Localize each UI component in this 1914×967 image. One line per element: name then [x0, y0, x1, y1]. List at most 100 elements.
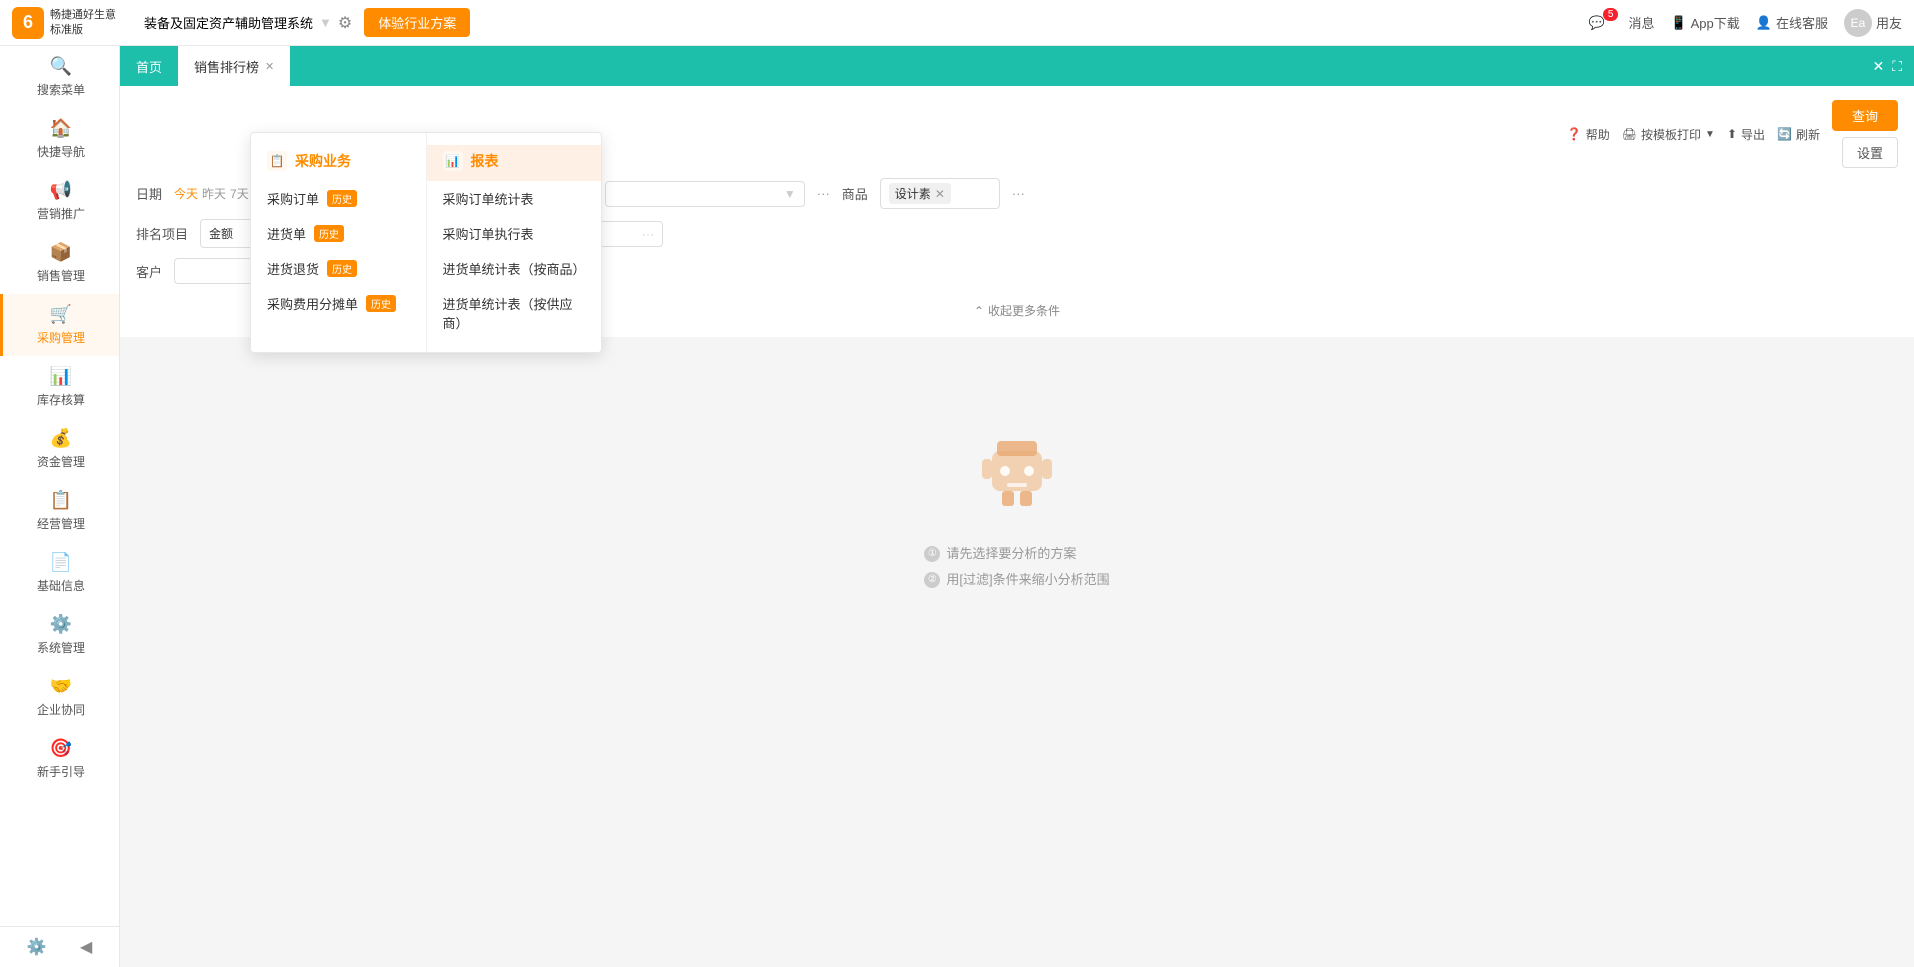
- ellipsis-2[interactable]: ···: [1012, 186, 1025, 201]
- sidebar-item-label: 库存核算: [37, 391, 85, 408]
- search-icon: 🔍: [50, 56, 72, 77]
- empty-state: ① 请先选择要分析的方案 ② 用[过滤]条件来缩小分析范围: [120, 341, 1914, 673]
- date-label: 日期: [136, 184, 162, 203]
- header-right: 💬 5 消息 📱 App下载 👤 在线客服 Ea 用友: [1589, 9, 1902, 37]
- industry-btn[interactable]: 体验行业方案: [364, 8, 470, 37]
- phone-icon: 📱: [1670, 15, 1686, 31]
- logo-icon: 6: [12, 7, 44, 39]
- collapse-icon: ⌃: [974, 304, 984, 318]
- purchase-col-header: 📋 采购业务: [251, 145, 426, 181]
- sidebar-item-label: 新手引导: [37, 763, 85, 780]
- online-service-btn[interactable]: 👤 在线客服: [1756, 13, 1828, 32]
- dropdown-item-goods-stats-by-supplier[interactable]: 进货单统计表（按供应商）: [427, 286, 602, 340]
- sidebar-item-guide[interactable]: 🎯 新手引导: [0, 728, 119, 790]
- tab-close-btn[interactable]: ✕: [265, 60, 274, 73]
- sidebar-item-operations[interactable]: 📋 经营管理: [0, 480, 119, 542]
- goods-label: 商品: [842, 184, 868, 203]
- sidebar-collapse-btn[interactable]: ◀: [80, 937, 92, 957]
- ellipsis-1[interactable]: ···: [817, 186, 830, 201]
- dropdown-item-purchase-order-execution[interactable]: 采购订单执行表: [427, 216, 602, 251]
- sidebar-item-purchase[interactable]: 🛒 采购管理: [0, 294, 119, 356]
- enterprise-icon: 🤝: [50, 676, 72, 697]
- hint-circle-1: ①: [924, 546, 940, 562]
- app-download-btn[interactable]: 📱 App下载: [1670, 13, 1739, 32]
- dropdown-item-purchase-order[interactable]: 采购订单 历史: [251, 181, 426, 216]
- message-btn[interactable]: 💬 5 消息: [1589, 13, 1655, 32]
- sidebar-item-label: 基础信息: [37, 577, 85, 594]
- sidebar-item-finance[interactable]: 💰 资金管理: [0, 418, 119, 480]
- inventory-icon: 📊: [50, 366, 72, 387]
- sidebar-item-label: 快捷导航: [37, 143, 85, 160]
- query-btn[interactable]: 查询: [1832, 100, 1898, 131]
- basic-info-icon: 📄: [50, 552, 72, 573]
- tab-close-all-btn[interactable]: ✕: [1872, 58, 1884, 75]
- date-shortcut-yesterday[interactable]: 昨天: [202, 185, 226, 202]
- history-badge-4: 历史: [366, 295, 396, 312]
- message-badge: 5: [1603, 8, 1619, 21]
- sidebar-item-system[interactable]: ⚙️ 系统管理: [0, 604, 119, 666]
- content-area: 首页 销售排行榜 ✕ ✕ ⛶ ❓ 帮助: [120, 46, 1914, 967]
- footer-settings-btn[interactable]: ⚙️: [27, 937, 47, 957]
- sidebar-item-marketing[interactable]: 📢 营销推广: [0, 170, 119, 232]
- tab-fullscreen-btn[interactable]: ⛶: [1892, 58, 1902, 75]
- dropdown-item-goods-return[interactable]: 进货退货 历史: [251, 251, 426, 286]
- history-badge-3: 历史: [327, 260, 357, 277]
- purchase-dropdown-menu: 📋 采购业务 采购订单 历史 进货单 历史 进货退货 历史 采购费用分摊单: [250, 132, 602, 353]
- sidebar-item-sales[interactable]: 📦 销售管理: [0, 232, 119, 294]
- sidebar-item-label: 搜索菜单: [37, 81, 85, 98]
- logo-text: 畅捷通好生意 标准版: [50, 8, 116, 37]
- dropdown-item-goods-receipt[interactable]: 进货单 历史: [251, 216, 426, 251]
- date-shortcut-7days[interactable]: 7天: [230, 185, 249, 202]
- goods-input[interactable]: 设计素 ✕: [880, 178, 1000, 209]
- operations-icon: 📋: [50, 490, 72, 511]
- sales-icon: 📦: [50, 242, 72, 263]
- dropdown-item-purchase-order-stats[interactable]: 采购订单统计表: [427, 181, 602, 216]
- help-icon: ❓: [1567, 127, 1582, 141]
- tab-sales-ranking[interactable]: 销售排行榜 ✕: [178, 46, 290, 86]
- print-btn[interactable]: 🖨 按模板打印 ▼: [1622, 126, 1715, 143]
- export-btn[interactable]: ⬆ 导出: [1727, 126, 1765, 143]
- sidebar-item-label: 销售管理: [37, 267, 85, 284]
- goods-tag-close[interactable]: ✕: [935, 187, 945, 201]
- sidebar-item-basic-info[interactable]: 📄 基础信息: [0, 542, 119, 604]
- sidebar-item-label: 资金管理: [37, 453, 85, 470]
- tab-sales-ranking-label: 销售排行榜: [194, 57, 259, 76]
- sidebar-item-quick-nav[interactable]: 🏠 快捷导航: [0, 108, 119, 170]
- logo-area: 6 畅捷通好生意 标准版: [12, 7, 132, 39]
- refresh-icon: 🔄: [1777, 127, 1792, 141]
- dropdown-item-goods-stats-by-product[interactable]: 进货单统计表（按商品）: [427, 251, 602, 286]
- sidebar-item-enterprise[interactable]: 🤝 企业协同: [0, 666, 119, 728]
- main-layout: 🔍 搜索菜单 🏠 快捷导航 📢 营销推广 📦 销售管理 🛒 采购管理 📊 库存核…: [0, 46, 1914, 967]
- marketing-icon: 📢: [50, 180, 72, 201]
- message-icon: 💬: [1589, 15, 1605, 31]
- chevron-down-icon: ▼: [784, 187, 796, 201]
- top-header: 6 畅捷通好生意 标准版 装备及固定资产辅助管理系统 ▼ ⚙ 体验行业方案 💬 …: [0, 0, 1914, 46]
- history-badge-2: 历史: [314, 225, 344, 242]
- tab-home-label: 首页: [136, 57, 162, 76]
- system-icon: ⚙️: [50, 614, 72, 635]
- settings-btn[interactable]: 设置: [1842, 137, 1898, 168]
- sidebar-item-label: 企业协同: [37, 701, 85, 718]
- print-dropdown-icon[interactable]: ▼: [1705, 129, 1715, 140]
- rank-label: 排名项目: [136, 224, 188, 243]
- sidebar-item-search[interactable]: 🔍 搜索菜单: [0, 46, 119, 108]
- settings-gear[interactable]: ⚙: [338, 13, 352, 33]
- tab-home[interactable]: 首页: [120, 46, 178, 86]
- purchase-icon: 🛒: [50, 304, 72, 325]
- help-btn[interactable]: ❓ 帮助: [1567, 126, 1610, 143]
- user-btn[interactable]: Ea 用友: [1844, 9, 1902, 37]
- refresh-btn[interactable]: 🔄 刷新: [1777, 126, 1820, 143]
- date-shortcut-today[interactable]: 今天: [174, 185, 198, 202]
- report-col-header: 📊 报表: [427, 145, 602, 181]
- voucher-status-select[interactable]: ▼: [605, 181, 805, 207]
- tab-bar: 首页 销售排行榜 ✕ ✕ ⛶: [120, 46, 1914, 86]
- dropdown-item-purchase-expense[interactable]: 采购费用分摊单 历史: [251, 286, 426, 321]
- export-icon: ⬆: [1727, 127, 1737, 141]
- empty-text: ① 请先选择要分析的方案 ② 用[过滤]条件来缩小分析范围: [924, 541, 1109, 593]
- tab-bar-actions: ✕ ⛶: [1872, 58, 1914, 75]
- sidebar-item-label: 营销推广: [37, 205, 85, 222]
- sidebar-item-inventory[interactable]: 📊 库存核算: [0, 356, 119, 418]
- dropdown-arrow[interactable]: ▼: [319, 15, 332, 30]
- avatar: Ea: [1844, 9, 1872, 37]
- sidebar-item-label: 系统管理: [37, 639, 85, 656]
